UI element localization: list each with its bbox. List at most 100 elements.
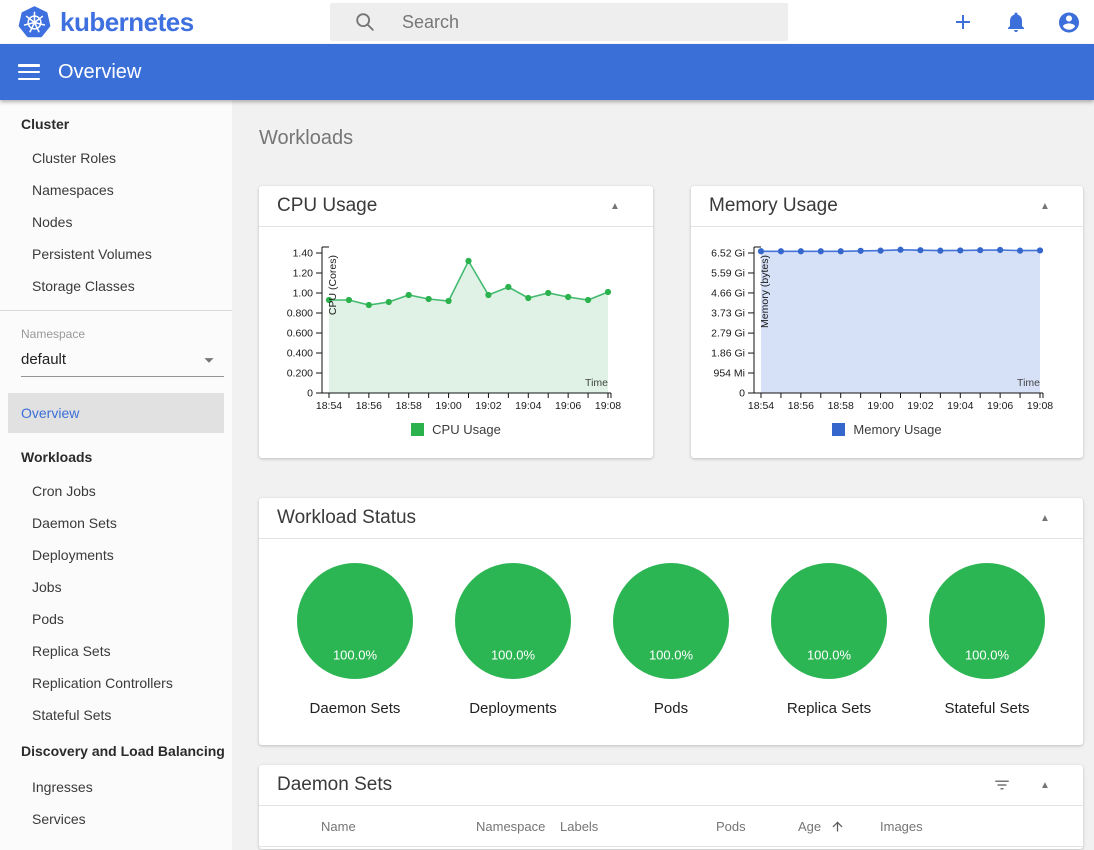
toolbar: Overview xyxy=(0,44,1094,100)
svg-text:18:58: 18:58 xyxy=(396,400,422,412)
notifications-button[interactable] xyxy=(1004,10,1028,34)
plus-icon xyxy=(956,15,970,29)
column-header-images[interactable]: Images xyxy=(880,819,1083,834)
svg-text:19:04: 19:04 xyxy=(947,400,973,412)
sidebar-item-nodes[interactable]: Nodes xyxy=(0,206,232,238)
svg-text:19:00: 19:00 xyxy=(867,400,893,412)
sidebar-section-discovery: Discovery and Load Balancing xyxy=(21,743,225,759)
collapse-arrow-icon[interactable]: ▲ xyxy=(1037,198,1053,214)
pie-label: Stateful Sets xyxy=(944,700,1030,717)
sidebar-item-cluster-roles[interactable]: Cluster Roles xyxy=(0,142,232,174)
collapse-arrow-icon[interactable]: ▲ xyxy=(607,198,623,214)
legend-swatch-green xyxy=(411,423,425,436)
namespace-label: Namespace xyxy=(21,327,86,341)
daemon-sets-card: Daemon Sets ▲ Name Namespace Labels Pods… xyxy=(259,765,1083,849)
sidebar-item-deployments[interactable]: Deployments xyxy=(0,539,232,571)
legend-swatch-blue xyxy=(832,423,846,436)
namespace-select[interactable]: default xyxy=(21,343,224,377)
sidebar-item-namespaces[interactable]: Namespaces xyxy=(0,174,232,206)
memory-usage-chart[interactable]: 0 954 Mi 1.86 Gi 2.79 Gi 3.73 Gi 4.66 Gi 5.59 … xyxy=(691,228,1085,416)
bell-icon xyxy=(1008,12,1024,32)
column-header-age[interactable]: Age xyxy=(798,819,880,834)
page-title: Workloads xyxy=(259,127,354,149)
sort-ascending-icon[interactable] xyxy=(830,819,845,834)
sidebar-item-persistent-volumes[interactable]: Persistent Volumes xyxy=(0,238,232,270)
svg-text:19:02: 19:02 xyxy=(475,400,501,412)
sidebar-item-storage-classes[interactable]: Storage Classes xyxy=(0,270,232,302)
sidebar-item-services[interactable]: Services xyxy=(0,803,232,835)
menu-button[interactable] xyxy=(18,64,40,80)
sidebar-item-jobs[interactable]: Jobs xyxy=(0,571,232,603)
pie-label: Pods xyxy=(653,700,689,717)
sidebar-section-workloads: Workloads xyxy=(21,449,93,465)
daemon-sets-title: Daemon Sets xyxy=(277,774,393,795)
pie-chart[interactable]: 100.0% xyxy=(771,563,887,679)
column-header-pods[interactable]: Pods xyxy=(716,819,798,834)
cpu-chart-legend: CPU Usage xyxy=(259,422,653,437)
svg-text:19:04: 19:04 xyxy=(515,400,541,412)
sidebar-section-cluster: Cluster xyxy=(21,116,70,132)
pie-percentage: 100.0% xyxy=(332,647,378,663)
toolbar-title: Overview xyxy=(58,60,142,83)
sidebar-item-replica-sets[interactable]: Replica Sets xyxy=(0,635,232,667)
svg-text:18:56: 18:56 xyxy=(788,400,814,412)
cpu-usage-chart[interactable]: 0 0.200 0.400 0.600 0.800 1.00 1.20 1.40 18:54 18… xyxy=(259,228,653,416)
sidebar-item-cron-jobs[interactable]: Cron Jobs xyxy=(0,475,232,507)
svg-text:0.400: 0.400 xyxy=(287,348,313,360)
svg-text:0: 0 xyxy=(739,388,745,400)
account-button[interactable] xyxy=(1057,10,1081,34)
sidebar-item-stateful-sets[interactable]: Stateful Sets xyxy=(0,699,232,731)
brand-wordmark: kubernetes xyxy=(60,6,194,37)
svg-text:4.66 Gi: 4.66 Gi xyxy=(711,287,745,299)
sidebar-item-ingresses[interactable]: Ingresses xyxy=(0,771,232,803)
search-box[interactable] xyxy=(330,3,788,41)
create-button[interactable] xyxy=(951,10,975,34)
filter-button[interactable] xyxy=(993,776,1011,794)
sidebar-item-overview[interactable]: Overview xyxy=(8,393,224,433)
svg-text:18:54: 18:54 xyxy=(748,400,774,412)
memory-usage-card: Memory Usage ▲ 0 954 Mi 1.86 Gi 2.79 Gi 3.73… xyxy=(691,186,1083,458)
svg-text:19:02: 19:02 xyxy=(907,400,933,412)
collapse-arrow-icon[interactable]: ▲ xyxy=(1037,777,1053,793)
pie-percentage: 100.0% xyxy=(490,647,536,663)
search-input[interactable] xyxy=(402,11,742,33)
kubernetes-logo-icon xyxy=(18,5,51,37)
topbar-actions xyxy=(951,0,1081,44)
svg-text:5.59 Gi: 5.59 Gi xyxy=(711,267,745,279)
svg-text:2.79 Gi: 2.79 Gi xyxy=(711,328,745,340)
sidebar-item-replication-controllers[interactable]: Replication Controllers xyxy=(0,667,232,699)
svg-text:1.00: 1.00 xyxy=(293,288,314,300)
sidebar-item-daemon-sets[interactable]: Daemon Sets xyxy=(0,507,232,539)
workload-status-title: Workload Status xyxy=(277,507,417,528)
column-header-namespace[interactable]: Namespace xyxy=(476,819,560,834)
sidebar-nav: Cluster Cluster Roles Namespaces Nodes P… xyxy=(0,100,232,850)
svg-text:0: 0 xyxy=(307,388,313,400)
column-header-name[interactable]: Name xyxy=(321,819,476,834)
cpu-card-title: CPU Usage xyxy=(277,195,378,216)
svg-text:Time: Time xyxy=(585,377,608,389)
svg-text:0.800: 0.800 xyxy=(287,308,313,320)
pie-chart[interactable]: 100.0% xyxy=(455,563,571,679)
svg-text:0.600: 0.600 xyxy=(287,328,313,340)
svg-text:CPU (Cores): CPU (Cores) xyxy=(327,255,339,315)
menu-icon xyxy=(18,64,40,67)
pie-percentage: 100.0% xyxy=(964,647,1010,663)
column-header-labels[interactable]: Labels xyxy=(560,819,716,834)
legend-label: CPU Usage xyxy=(432,422,501,437)
collapse-arrow-icon[interactable]: ▲ xyxy=(1037,510,1053,526)
pie-pods: 100.0% Pods xyxy=(592,563,750,717)
legend-label: Memory Usage xyxy=(853,422,942,437)
svg-text:19:06: 19:06 xyxy=(987,400,1013,412)
namespace-value: default xyxy=(21,351,67,368)
sidebar-item-pods[interactable]: Pods xyxy=(0,603,232,635)
svg-text:18:58: 18:58 xyxy=(828,400,854,412)
memory-card-title: Memory Usage xyxy=(709,195,838,216)
svg-text:18:56: 18:56 xyxy=(356,400,382,412)
kubernetes-brand[interactable]: kubernetes xyxy=(0,5,312,39)
pie-percentage: 100.0% xyxy=(648,647,694,663)
memory-chart-legend: Memory Usage xyxy=(691,422,1083,437)
pie-chart[interactable]: 100.0% xyxy=(613,563,729,679)
pie-chart[interactable]: 100.0% xyxy=(929,563,1045,679)
pie-chart[interactable]: 100.0% xyxy=(297,563,413,679)
workload-status-card: Workload Status ▲ 100.0% Daemon Sets 100… xyxy=(259,498,1083,745)
